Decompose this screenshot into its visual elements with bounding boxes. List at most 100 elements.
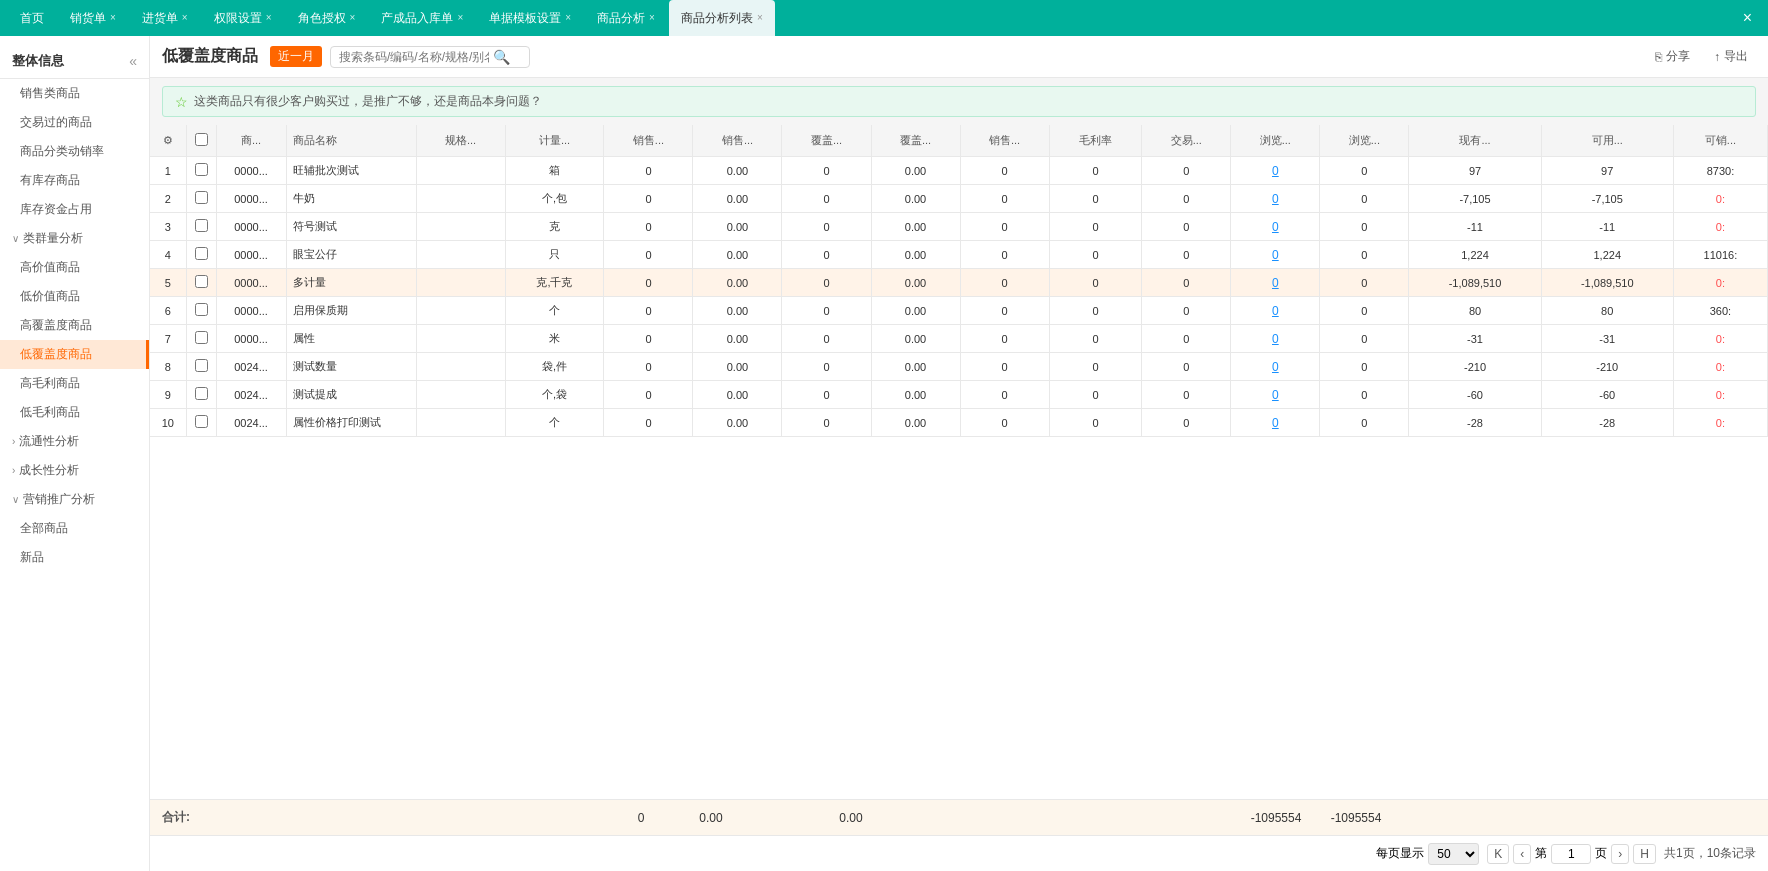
cell-browse1[interactable]: 0 bbox=[1231, 241, 1320, 269]
nav-template-settings[interactable]: 单据模板设置 × bbox=[477, 0, 583, 36]
browse-link[interactable]: 0 bbox=[1272, 220, 1279, 234]
next-page-button[interactable]: › bbox=[1611, 844, 1629, 864]
cell-browse1[interactable]: 0 bbox=[1231, 325, 1320, 353]
nav-close-purchase[interactable]: × bbox=[182, 0, 188, 36]
nav-purchase[interactable]: 进货单 × bbox=[130, 0, 200, 36]
sidebar-section-marketing[interactable]: ∨ 营销推广分析 bbox=[0, 485, 149, 514]
first-page-button[interactable]: K bbox=[1487, 844, 1509, 864]
nav-product-analysis[interactable]: 商品分析 × bbox=[585, 0, 667, 36]
row-checkbox[interactable] bbox=[195, 331, 208, 344]
row-checkbox[interactable] bbox=[195, 303, 208, 316]
browse-link[interactable]: 0 bbox=[1272, 332, 1279, 346]
cell-checkbox[interactable] bbox=[186, 297, 216, 325]
sidebar-item-in-stock[interactable]: 有库存商品 bbox=[0, 166, 149, 195]
cell-browse1[interactable]: 0 bbox=[1231, 409, 1320, 437]
nav-close-permissions[interactable]: × bbox=[266, 0, 272, 36]
nav-sales[interactable]: 销货单 × bbox=[58, 0, 128, 36]
browse-link[interactable]: 0 bbox=[1272, 304, 1279, 318]
th-checkbox[interactable] bbox=[186, 125, 216, 157]
cell-browse1[interactable]: 0 bbox=[1231, 269, 1320, 297]
filter-tag-recent-month[interactable]: 近一月 bbox=[270, 46, 322, 67]
share-button[interactable]: ⎘ 分享 bbox=[1647, 44, 1698, 69]
row-checkbox[interactable] bbox=[195, 387, 208, 400]
cell-browse1[interactable]: 0 bbox=[1231, 353, 1320, 381]
browse-link[interactable]: 0 bbox=[1272, 248, 1279, 262]
cell-checkbox[interactable] bbox=[186, 409, 216, 437]
cell-browse1[interactable]: 0 bbox=[1231, 185, 1320, 213]
cell-checkbox[interactable] bbox=[186, 185, 216, 213]
select-all-checkbox[interactable] bbox=[195, 133, 208, 146]
cell-checkbox[interactable] bbox=[186, 325, 216, 353]
cell-checkbox[interactable] bbox=[186, 213, 216, 241]
cell-checkbox[interactable] bbox=[186, 241, 216, 269]
nav-close-product-inbound[interactable]: × bbox=[457, 0, 463, 36]
browse-link[interactable]: 0 bbox=[1272, 192, 1279, 206]
sidebar-item-sales-goods[interactable]: 销售类商品 bbox=[0, 79, 149, 108]
row-checkbox[interactable] bbox=[195, 219, 208, 232]
sidebar-collapse-button[interactable]: « bbox=[125, 53, 141, 69]
cell-code: 0000... bbox=[216, 325, 286, 353]
data-table-container[interactable]: ⚙ 商... 商品名称 规格... 计量... 销售... 销售... 覆盖..… bbox=[150, 125, 1768, 799]
cell-sales-amt: 0.00 bbox=[693, 213, 782, 241]
sidebar-item-traded-goods[interactable]: 交易过的商品 bbox=[0, 108, 149, 137]
sidebar-item-new-goods[interactable]: 新品 bbox=[0, 543, 149, 572]
sidebar-item-high-value[interactable]: 高价值商品 bbox=[0, 253, 149, 282]
cell-cover1: 0 bbox=[782, 353, 871, 381]
sidebar-section-cluster-analysis[interactable]: ∨ 类群量分析 bbox=[0, 224, 149, 253]
nav-home[interactable]: 首页 bbox=[8, 0, 56, 36]
nav-close-sales[interactable]: × bbox=[110, 0, 116, 36]
cell-checkbox[interactable] bbox=[186, 381, 216, 409]
export-button[interactable]: ↑ 导出 bbox=[1706, 44, 1756, 69]
sidebar-item-category-rate[interactable]: 商品分类动销率 bbox=[0, 137, 149, 166]
nav-permissions[interactable]: 权限设置 × bbox=[202, 0, 284, 36]
sidebar-item-low-value[interactable]: 低价值商品 bbox=[0, 282, 149, 311]
page-size-dropdown[interactable]: 50 100 200 bbox=[1428, 843, 1479, 865]
sidebar-item-stock-capital[interactable]: 库存资金占用 bbox=[0, 195, 149, 224]
cell-unit: 克,千克 bbox=[505, 269, 604, 297]
row-checkbox[interactable] bbox=[195, 415, 208, 428]
last-page-button[interactable]: H bbox=[1633, 844, 1656, 864]
cell-checkbox[interactable] bbox=[186, 269, 216, 297]
browse-link[interactable]: 0 bbox=[1272, 416, 1279, 430]
window-close-button[interactable]: × bbox=[1735, 9, 1760, 27]
nav-close-product-analysis[interactable]: × bbox=[649, 0, 655, 36]
sidebar-item-high-coverage[interactable]: 高覆盖度商品 bbox=[0, 311, 149, 340]
cell-browse1[interactable]: 0 bbox=[1231, 213, 1320, 241]
search-box[interactable]: 🔍 bbox=[330, 46, 530, 68]
sidebar-section-circulation[interactable]: › 流通性分析 bbox=[0, 427, 149, 456]
row-checkbox[interactable] bbox=[195, 275, 208, 288]
nav-close-product-analysis-list[interactable]: × bbox=[757, 0, 763, 36]
nav-product-inbound[interactable]: 产成品入库单 × bbox=[369, 0, 475, 36]
nav-product-analysis-list[interactable]: 商品分析列表 × bbox=[669, 0, 775, 36]
nav-close-template-settings[interactable]: × bbox=[565, 0, 571, 36]
footer-current: -1095554 bbox=[1236, 811, 1316, 825]
row-checkbox[interactable] bbox=[195, 359, 208, 372]
cell-sales-qty: 0 bbox=[604, 269, 693, 297]
browse-link[interactable]: 0 bbox=[1272, 164, 1279, 178]
cell-browse1[interactable]: 0 bbox=[1231, 381, 1320, 409]
browse-link[interactable]: 0 bbox=[1272, 276, 1279, 290]
cell-browse1[interactable]: 0 bbox=[1231, 297, 1320, 325]
search-input[interactable] bbox=[339, 50, 489, 64]
section-arrow-circulation-icon: › bbox=[12, 436, 15, 447]
nav-roles[interactable]: 角色授权 × bbox=[286, 0, 368, 36]
footer-empty2 bbox=[246, 811, 276, 825]
nav-close-roles[interactable]: × bbox=[350, 0, 356, 36]
sidebar-item-low-coverage[interactable]: 低覆盖度商品 bbox=[0, 340, 149, 369]
browse-link[interactable]: 0 bbox=[1272, 360, 1279, 374]
cell-cover1: 0 bbox=[782, 157, 871, 185]
sidebar-item-all-goods[interactable]: 全部商品 bbox=[0, 514, 149, 543]
current-page-input[interactable] bbox=[1551, 844, 1591, 864]
browse-link[interactable]: 0 bbox=[1272, 388, 1279, 402]
row-checkbox[interactable] bbox=[195, 191, 208, 204]
row-checkbox[interactable] bbox=[195, 163, 208, 176]
cell-checkbox[interactable] bbox=[186, 157, 216, 185]
prev-page-button[interactable]: ‹ bbox=[1513, 844, 1531, 864]
cell-checkbox[interactable] bbox=[186, 353, 216, 381]
cell-browse1[interactable]: 0 bbox=[1231, 157, 1320, 185]
sidebar-item-high-margin[interactable]: 高毛利商品 bbox=[0, 369, 149, 398]
sidebar-item-low-margin[interactable]: 低毛利商品 bbox=[0, 398, 149, 427]
row-checkbox[interactable] bbox=[195, 247, 208, 260]
sidebar-section-growth[interactable]: › 成长性分析 bbox=[0, 456, 149, 485]
th-settings[interactable]: ⚙ bbox=[150, 125, 186, 157]
